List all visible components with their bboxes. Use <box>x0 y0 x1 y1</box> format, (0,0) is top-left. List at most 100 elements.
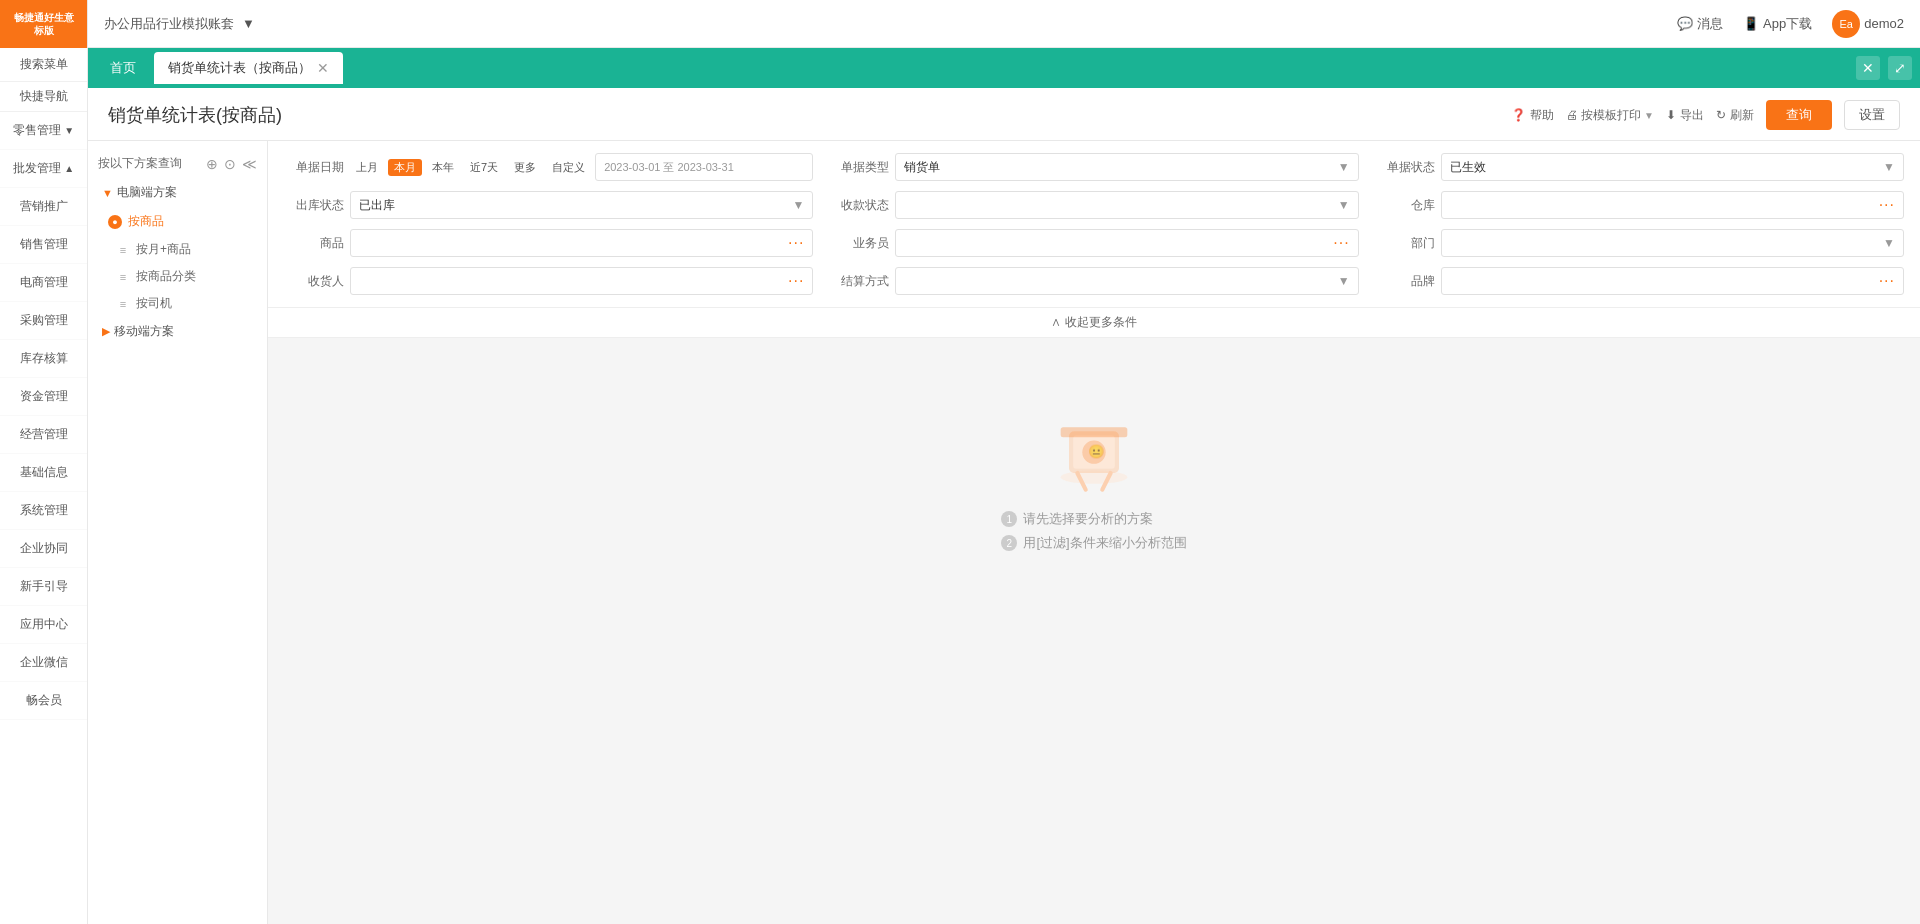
export-btn[interactable]: ⬇ 导出 <box>1666 107 1704 124</box>
app-download-label: App下载 <box>1763 15 1812 33</box>
sub-icon-1: ≡ <box>116 244 130 256</box>
sidebar-search[interactable]: 搜索菜单 <box>0 48 87 82</box>
sidebar-item-marketing[interactable]: 营销推广 <box>0 188 87 226</box>
filter-recv-status: 收款状态 ▼ <box>829 191 1358 219</box>
refresh-label: 刷新 <box>1730 107 1754 124</box>
filter-date: 单据日期 上月 本月 本年 近7天 更多 自定义 <box>284 153 813 181</box>
empty-illustration: 😐 <box>1044 398 1144 498</box>
sidebar-item-finance[interactable]: 资金管理 <box>0 378 87 416</box>
receiver-dots[interactable]: ··· <box>788 272 804 290</box>
header-breadcrumb: 办公用品行业模拟账套 <box>104 15 234 33</box>
tree-item-month-goods[interactable]: ≡ 按月+商品 <box>88 236 267 263</box>
app-download-btn[interactable]: 📱 App下载 <box>1743 15 1812 33</box>
date-opt-last-month[interactable]: 上月 <box>350 159 384 176</box>
status-select[interactable]: 已生效 ▼ <box>1441 153 1904 181</box>
tab-maximize-btn[interactable]: ⤢ <box>1888 56 1912 80</box>
dept-select[interactable]: ▼ <box>1441 229 1904 257</box>
out-arrow: ▼ <box>792 198 804 212</box>
out-select[interactable]: 已出库 ▼ <box>350 191 813 219</box>
query-btn[interactable]: 查询 <box>1766 100 1832 130</box>
mobile-icon: 📱 <box>1743 16 1759 31</box>
filter-goods: 商品 ··· <box>284 229 813 257</box>
tab-close-btn[interactable]: ✕ <box>317 60 329 76</box>
goods-dots[interactable]: ··· <box>788 234 804 252</box>
staff-label: 业务员 <box>829 235 889 252</box>
date-opt-more[interactable]: 更多 <box>508 159 542 176</box>
settle-select[interactable]: ▼ <box>895 267 1358 295</box>
tree-group-pc[interactable]: ▼ 电脑端方案 <box>88 178 267 207</box>
goods-input[interactable]: ··· <box>350 229 813 257</box>
sidebar-item-purchase[interactable]: 采购管理 <box>0 302 87 340</box>
app-logo: 畅捷通好生意 标版 <box>0 0 87 48</box>
status-arrow: ▼ <box>1883 160 1895 174</box>
sidebar-item-member[interactable]: 畅会员 <box>0 682 87 720</box>
warehouse-dots[interactable]: ··· <box>1879 196 1895 214</box>
recv-select[interactable]: ▼ <box>895 191 1358 219</box>
tab-sales-stats[interactable]: 销货单统计表（按商品） ✕ <box>154 52 343 84</box>
date-opt-custom[interactable]: 自定义 <box>546 159 591 176</box>
empty-tip-2: 2 用[过滤]条件来缩小分析范围 <box>1001 534 1186 552</box>
sidebar-item-inventory[interactable]: 库存核算 <box>0 340 87 378</box>
filter-brand: 品牌 ··· <box>1375 267 1904 295</box>
left-tree-panel: 按以下方案查询 ⊕ ⊙ ≪ ▼ 电脑端方案 ● 按商品 <box>88 141 268 924</box>
refresh-btn[interactable]: ↻ 刷新 <box>1716 107 1754 124</box>
user-info[interactable]: Ea demo2 <box>1832 10 1904 38</box>
tab-home[interactable]: 首页 <box>96 52 150 84</box>
tree-item-goods-label: 按商品 <box>128 213 164 230</box>
empty-tips: 1 请先选择要分析的方案 2 用[过滤]条件来缩小分析范围 <box>1001 510 1186 558</box>
sidebar-shortcut[interactable]: 快捷导航 <box>0 82 87 112</box>
header-dropdown-icon[interactable]: ▼ <box>242 16 255 31</box>
brand-label: 品牌 <box>1375 273 1435 290</box>
date-opt-this-month[interactable]: 本月 <box>388 159 422 176</box>
brand-dots[interactable]: ··· <box>1879 272 1895 290</box>
settle-label: 结算方式 <box>829 273 889 290</box>
help-btn[interactable]: ❓ 帮助 <box>1511 107 1554 124</box>
sidebar-item-wechat[interactable]: 企业微信 <box>0 644 87 682</box>
sidebar-item-corp[interactable]: 企业协同 <box>0 530 87 568</box>
warehouse-input[interactable]: ··· <box>1441 191 1904 219</box>
print-label: 按模板打印 <box>1581 107 1641 124</box>
tree-item-goods-cat[interactable]: ≡ 按商品分类 <box>88 263 267 290</box>
type-label: 单据类型 <box>829 159 889 176</box>
sidebar-item-sales[interactable]: 销售管理 <box>0 226 87 264</box>
settings-btn[interactable]: 设置 <box>1844 100 1900 130</box>
content: 销货单统计表(按商品) ❓ 帮助 🖨 按模板打印 ▼ ⬇ 导出 ↻ 刷新 <box>88 88 1920 924</box>
sidebar-item-basic[interactable]: 基础信息 <box>0 454 87 492</box>
sidebar-item-wholesale[interactable]: 批发管理 ▲ <box>0 150 87 188</box>
sidebar-item-operations[interactable]: 经营管理 <box>0 416 87 454</box>
date-range-input[interactable]: 2023-03-01 至 2023-03-31 <box>595 153 813 181</box>
sidebar-item-system[interactable]: 系统管理 <box>0 492 87 530</box>
tree-item-by-goods[interactable]: ● 按商品 <box>88 207 267 236</box>
sub-icon-2: ≡ <box>116 271 130 283</box>
sidebar-item-retail[interactable]: 零售管理 ▼ <box>0 112 87 150</box>
date-label: 单据日期 <box>284 159 344 176</box>
date-opt-this-year[interactable]: 本年 <box>426 159 460 176</box>
tab-restore-btn[interactable]: ✕ <box>1856 56 1880 80</box>
sidebar-item-guide[interactable]: 新手引导 <box>0 568 87 606</box>
type-select[interactable]: 销货单 ▼ <box>895 153 1358 181</box>
collapse-bar[interactable]: ∧ 收起更多条件 <box>268 308 1920 338</box>
tree-collapse-btn[interactable]: ≪ <box>242 156 257 172</box>
print-btn[interactable]: 🖨 按模板打印 ▼ <box>1566 107 1654 124</box>
staff-input[interactable]: ··· <box>895 229 1358 257</box>
print-dropdown-icon[interactable]: ▼ <box>1644 110 1654 121</box>
tree-settings-btn[interactable]: ⊙ <box>224 156 236 172</box>
sidebar-item-appstore[interactable]: 应用中心 <box>0 606 87 644</box>
filter-row-4: 收货人 ··· 结算方式 ▼ <box>284 267 1904 295</box>
sidebar-item-ecommerce[interactable]: 电商管理 <box>0 264 87 302</box>
message-btn[interactable]: 💬 消息 <box>1677 15 1723 33</box>
brand-input[interactable]: ··· <box>1441 267 1904 295</box>
help-icon: ❓ <box>1511 108 1526 122</box>
receiver-input[interactable]: ··· <box>350 267 813 295</box>
staff-dots[interactable]: ··· <box>1333 234 1349 252</box>
tree-add-btn[interactable]: ⊕ <box>206 156 218 172</box>
tree-item-driver[interactable]: ≡ 按司机 <box>88 290 267 317</box>
tree-group-mobile-label: 移动端方案 <box>114 323 174 340</box>
filter-row-3: 商品 ··· 业务员 ··· <box>284 229 1904 257</box>
date-opt-7days[interactable]: 近7天 <box>464 159 504 176</box>
header-right: 💬 消息 📱 App下载 Ea demo2 <box>1677 10 1904 38</box>
tip-num-2: 2 <box>1001 535 1017 551</box>
out-label: 出库状态 <box>284 197 344 214</box>
tree-group-mobile[interactable]: ▶ 移动端方案 <box>88 317 267 346</box>
recv-label: 收款状态 <box>829 197 889 214</box>
